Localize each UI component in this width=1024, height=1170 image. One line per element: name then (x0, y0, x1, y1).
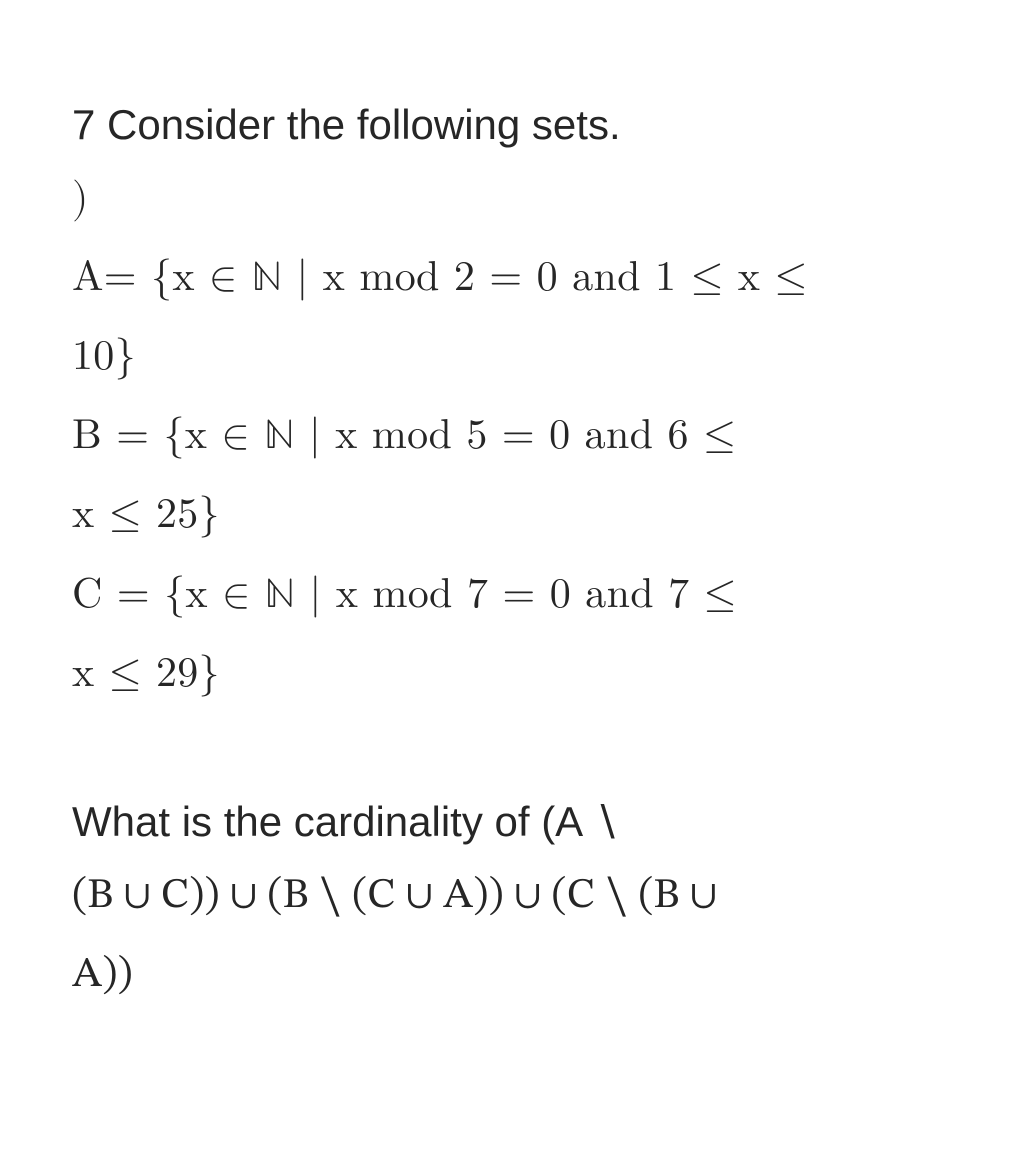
intro-text: Consider the following sets. (107, 101, 621, 148)
problem-page: 7 Consider the following sets. ) A= {x ∈… (0, 0, 1024, 1062)
problem-intro: 7 Consider the following sets. (72, 92, 952, 157)
set-a-definition-line1: A= {x ∈ ℕ ∣ x mod 2 = 0 and 1 ≤ x ≤ (72, 246, 952, 311)
set-a-definition-line2: 10} (72, 325, 952, 390)
set-b-definition-line1: B = {x ∈ ℕ ∣ x mod 5 = 0 and 6 ≤ (72, 404, 952, 469)
question-line3: A)) (72, 943, 952, 1008)
question-line1: What is the cardinality of (A ∖ (72, 789, 952, 854)
spacer (72, 721, 952, 749)
set-b-definition-line2: x ≤ 25} (72, 483, 952, 548)
stray-paren: ) (72, 167, 952, 232)
problem-number: 7 (72, 101, 95, 148)
set-c-definition-line2: x ≤ 29} (72, 642, 952, 707)
question-line2: (B ∪ C)) ∪ (B ∖ (C ∪ A)) ∪ (C ∖ (B ∪ (72, 864, 952, 929)
set-c-definition-line1: C = {x ∈ ℕ ∣ x mod 7 = 0 and 7 ≤ (72, 563, 952, 628)
